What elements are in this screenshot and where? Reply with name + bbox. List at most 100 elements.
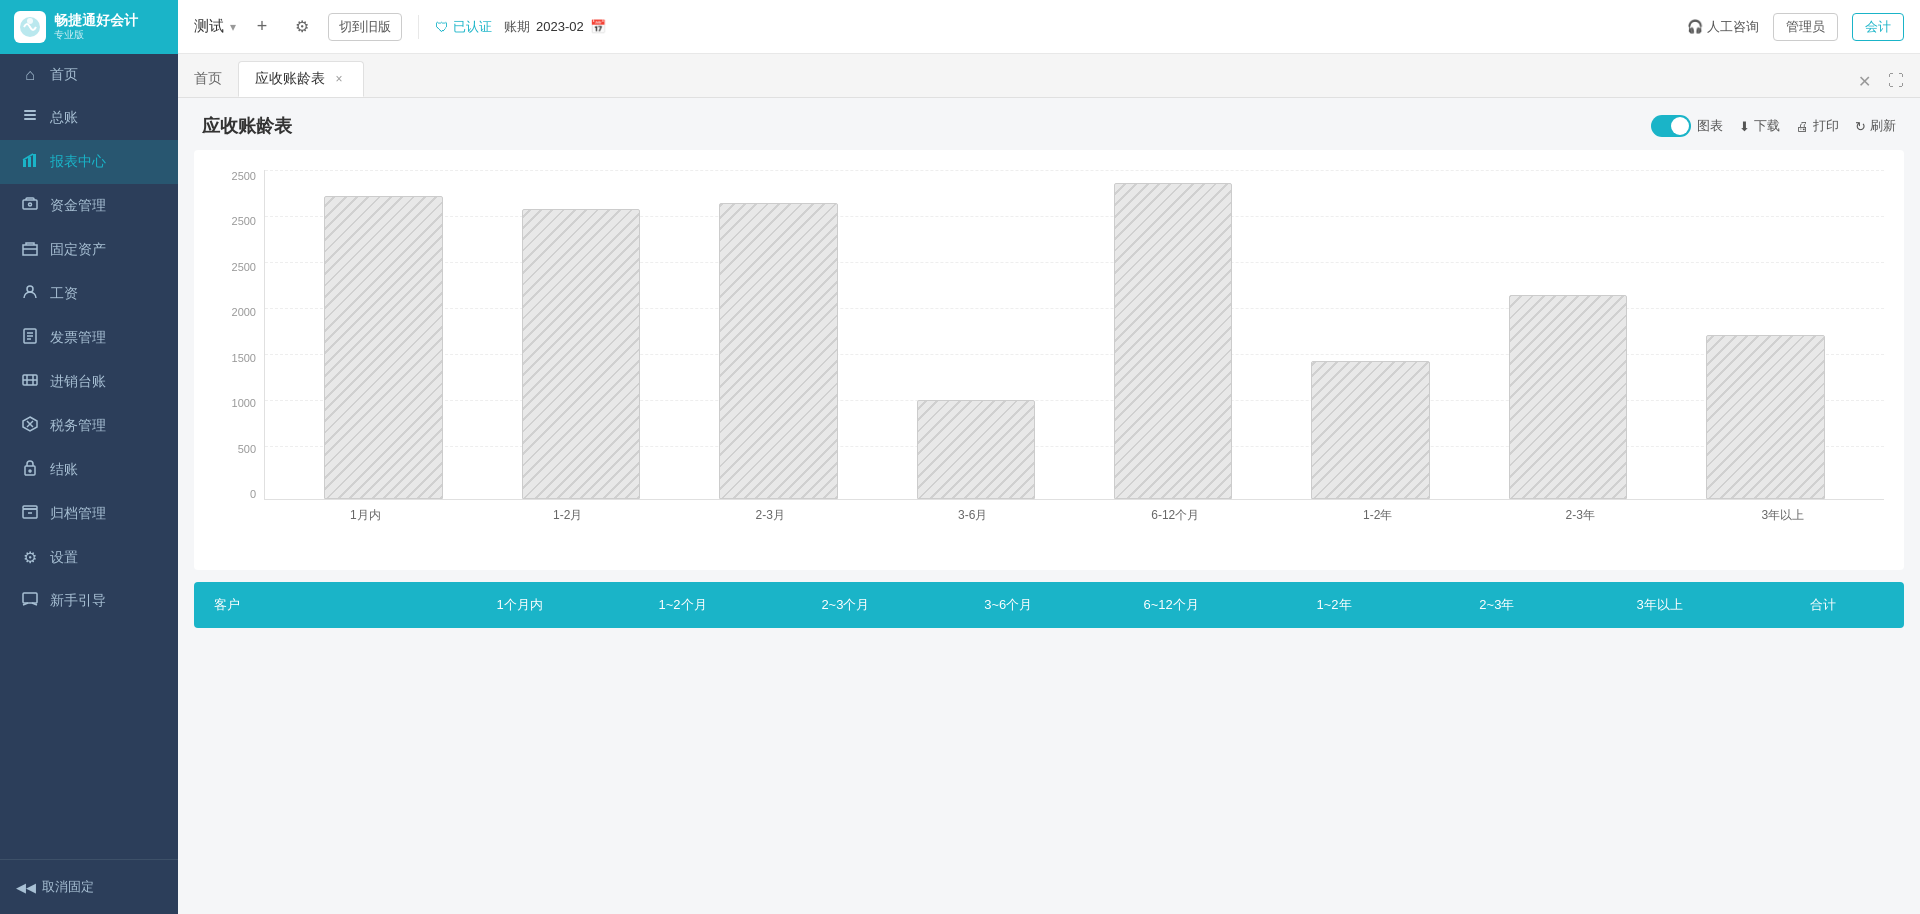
x-label-3-6月: 3-6月 — [872, 500, 1075, 530]
print-button[interactable]: 🖨 打印 — [1796, 117, 1839, 135]
funds-icon — [20, 196, 40, 216]
project-selector[interactable]: 测试 ▾ — [194, 17, 236, 36]
user-button[interactable]: 管理员 — [1773, 13, 1838, 41]
invoice-icon — [20, 328, 40, 348]
certified-badge: 🛡 已认证 — [435, 18, 492, 36]
svg-point-1 — [27, 18, 33, 24]
bar-item-4 — [877, 170, 1074, 499]
svg-rect-26 — [23, 506, 37, 509]
y-label-1000: 1000 — [232, 397, 256, 409]
x-label-3年以上: 3年以上 — [1682, 500, 1885, 530]
pin-icon: ◀◀ — [16, 880, 36, 895]
reports-icon — [20, 152, 40, 172]
y-axis: 2500 2500 2500 2000 1500 1000 500 0 — [214, 170, 264, 500]
guide-icon — [20, 591, 40, 611]
app-logo-icon — [14, 11, 46, 43]
sidebar-item-closing[interactable]: 结账 — [0, 448, 178, 492]
sidebar-item-home[interactable]: ⌂ 首页 — [0, 54, 178, 96]
home-icon: ⌂ — [20, 66, 40, 84]
sidebar-logo-text: 畅捷通好会计 专业版 — [54, 12, 138, 43]
svg-rect-4 — [24, 118, 36, 120]
old-version-button[interactable]: 切到旧版 — [328, 13, 402, 41]
bar-3年以上 — [1706, 335, 1824, 500]
download-button[interactable]: ⬇ 下载 — [1739, 117, 1780, 135]
bar-1-2年 — [1311, 361, 1429, 499]
table-header: 客户 1个月内 1~2个月 2~3个月 3~6个月 6~12个月 1~2年 2~… — [194, 582, 1904, 628]
page-title: 应收账龄表 — [202, 114, 292, 138]
sidebar-logo: 畅捷通好会计 专业版 — [0, 0, 178, 54]
tabbar: 首页 应收账龄表 × ✕ ⛶ — [178, 54, 1920, 98]
sidebar-item-archive[interactable]: 归档管理 — [0, 492, 178, 536]
x-label-2-3年: 2-3年 — [1479, 500, 1682, 530]
archive-icon — [20, 504, 40, 524]
content-area: 应收账龄表 图表 ⬇ 下载 🖨 打印 ↻ 刷新 — [178, 98, 1920, 914]
x-label-1-2月: 1-2月 — [467, 500, 670, 530]
payroll-icon — [20, 284, 40, 304]
bar-item-5 — [1075, 170, 1272, 499]
settings-icon: ⚙ — [20, 548, 40, 567]
tab-home[interactable]: 首页 — [178, 61, 238, 97]
bar-3-6月 — [917, 400, 1035, 499]
x-label-1月内: 1月内 — [264, 500, 467, 530]
page-header: 应收账龄表 图表 ⬇ 下载 🖨 打印 ↻ 刷新 — [178, 98, 1920, 150]
sidebar-item-assets[interactable]: 固定资产 — [0, 228, 178, 272]
refresh-icon: ↻ — [1855, 119, 1866, 134]
sidebar-item-invoice[interactable]: 发票管理 — [0, 316, 178, 360]
main-area: 测试 ▾ + ⚙ 切到旧版 🛡 已认证 账期 2023-02 📅 🎧 人工咨询 … — [178, 0, 1920, 914]
svg-rect-3 — [24, 114, 36, 116]
x-label-2-3月: 2-3月 — [669, 500, 872, 530]
svg-point-24 — [29, 470, 31, 472]
chart-toggle-container: 图表 — [1651, 115, 1723, 137]
sidebar-item-tax[interactable]: 税务管理 — [0, 404, 178, 448]
sidebar-item-purchase[interactable]: 进销台账 — [0, 360, 178, 404]
y-label-2500c: 2500 — [232, 261, 256, 273]
chart-toggle-label: 图表 — [1697, 117, 1723, 135]
sidebar-item-settings[interactable]: ⚙ 设置 — [0, 536, 178, 579]
sidebar-item-funds[interactable]: 资金管理 — [0, 184, 178, 228]
closing-icon — [20, 460, 40, 480]
project-chevron-icon: ▾ — [230, 20, 236, 34]
headset-icon: 🎧 — [1687, 19, 1703, 34]
svg-rect-10 — [23, 245, 37, 255]
chart-plot — [264, 170, 1884, 500]
role-button[interactable]: 会计 — [1852, 13, 1904, 41]
print-icon: 🖨 — [1796, 119, 1809, 134]
y-label-500: 500 — [238, 443, 256, 455]
th-1-2month: 1~2个月 — [601, 582, 764, 628]
unpin-button[interactable]: ◀◀ 取消固定 — [0, 870, 178, 904]
tab-fullscreen-button[interactable]: ⛶ — [1884, 69, 1908, 93]
aging-table: 客户 1个月内 1~2个月 2~3个月 3~6个月 6~12个月 1~2年 2~… — [194, 582, 1904, 628]
sidebar-bottom: ◀◀ 取消固定 — [0, 859, 178, 914]
topbar-right-actions: 🎧 人工咨询 管理员 会计 — [1687, 13, 1904, 41]
th-3-6month: 3~6个月 — [927, 582, 1090, 628]
tab-close-icon[interactable]: × — [331, 71, 347, 87]
accounting-period: 账期 2023-02 📅 — [504, 18, 606, 36]
add-tab-button[interactable]: + — [248, 13, 276, 41]
bar-2-3月 — [719, 203, 837, 499]
tab-aging[interactable]: 应收账龄表 × — [238, 61, 364, 97]
sidebar-nav: ⌂ 首页 总账 报表中心 资金管理 固定资产 — [0, 54, 178, 859]
header-actions: 图表 ⬇ 下载 🖨 打印 ↻ 刷新 — [1651, 115, 1896, 137]
th-2-3year: 2~3年 — [1415, 582, 1578, 628]
bar-item-6 — [1272, 170, 1469, 499]
th-3year-plus: 3年以上 — [1578, 582, 1741, 628]
sidebar-item-reports[interactable]: 报表中心 — [0, 140, 178, 184]
x-axis: 1月内 1-2月 2-3月 3-6月 6-12个月 1-2年 2-3年 3年以上 — [264, 500, 1884, 530]
assets-icon — [20, 240, 40, 260]
refresh-button[interactable]: ↻ 刷新 — [1855, 117, 1896, 135]
chart-toggle[interactable] — [1651, 115, 1691, 137]
calendar-icon[interactable]: 📅 — [590, 19, 606, 34]
support-button[interactable]: 🎧 人工咨询 — [1687, 18, 1759, 36]
y-label-2500a: 2500 — [232, 170, 256, 182]
sidebar-item-ledger[interactable]: 总账 — [0, 96, 178, 140]
chart-container: 2500 2500 2500 2000 1500 1000 500 0 — [194, 150, 1904, 570]
download-icon: ⬇ — [1739, 119, 1750, 134]
sidebar-item-guide[interactable]: 新手引导 — [0, 579, 178, 623]
bar-item-3 — [680, 170, 877, 499]
sidebar-item-payroll[interactable]: 工资 — [0, 272, 178, 316]
tabbar-right: ✕ ⛶ — [1852, 69, 1920, 97]
y-label-0: 0 — [250, 488, 256, 500]
bar-chart: 2500 2500 2500 2000 1500 1000 500 0 — [214, 170, 1884, 530]
topbar-settings-button[interactable]: ⚙ — [288, 13, 316, 41]
tab-close-window-button[interactable]: ✕ — [1852, 69, 1876, 93]
